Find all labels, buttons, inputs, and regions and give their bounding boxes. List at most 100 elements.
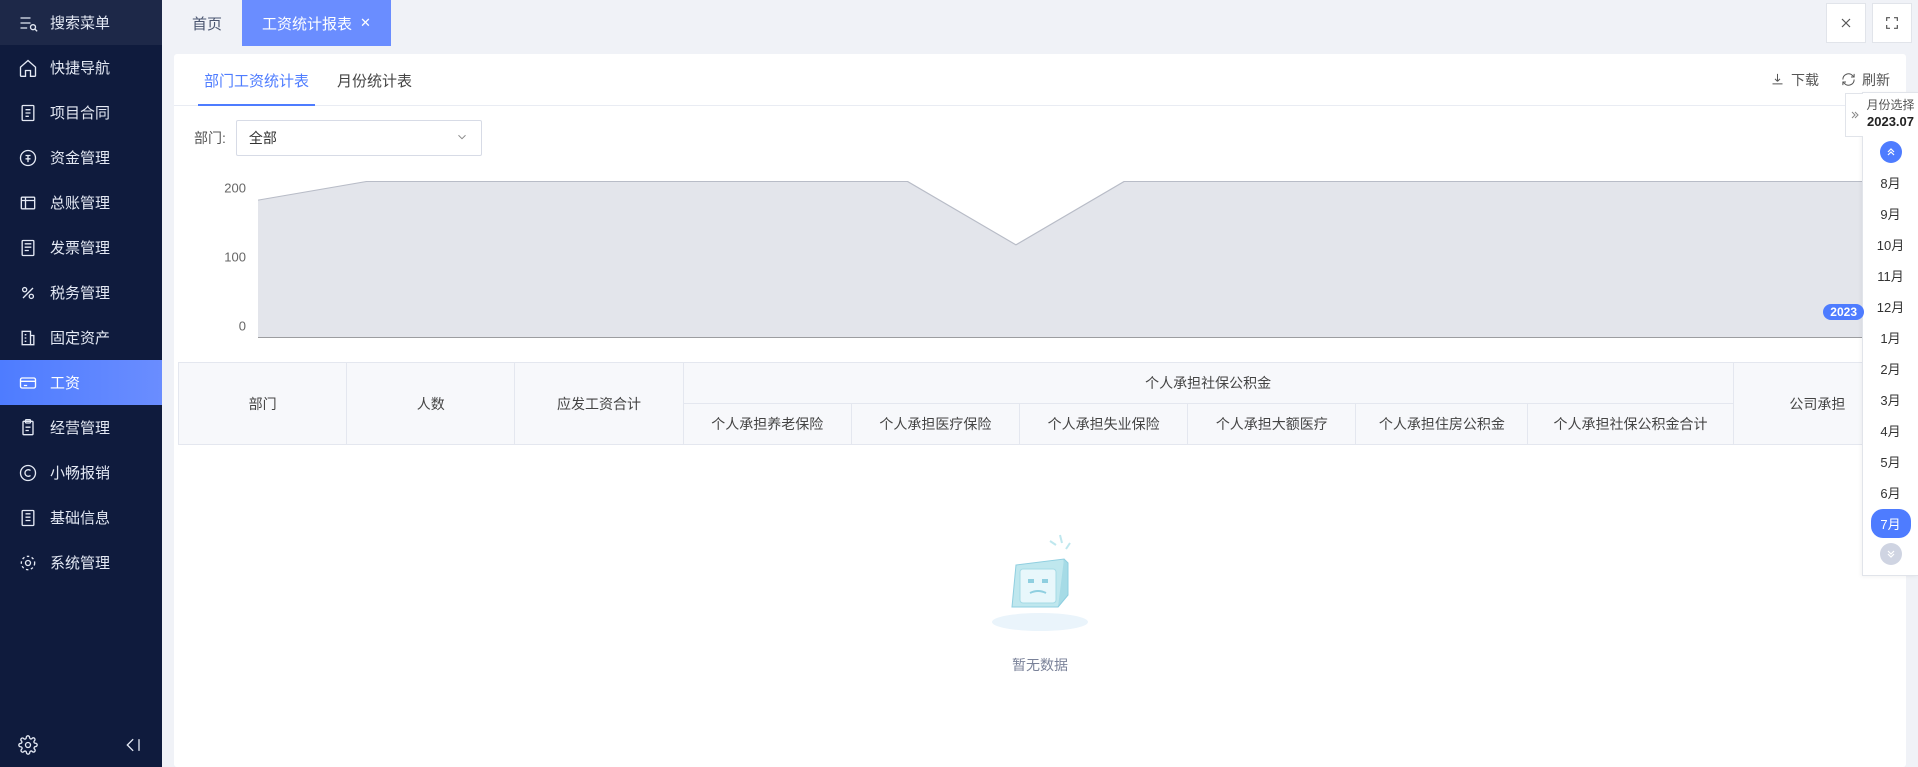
- sidebar-item-label: 基础信息: [50, 507, 110, 528]
- table-header: 应发工资合计: [515, 363, 683, 445]
- month-option-8[interactable]: 4月: [1871, 416, 1911, 445]
- tab-0[interactable]: 首页: [172, 0, 242, 46]
- y-tick: 0: [239, 319, 246, 334]
- tab-label: 首页: [192, 13, 222, 34]
- month-option-7[interactable]: 3月: [1871, 385, 1911, 414]
- refresh-button[interactable]: 刷新: [1841, 70, 1890, 90]
- content-panel: 部门工资统计表月份统计表 下载 刷新 部门: 全部 0 100 200: [174, 54, 1906, 767]
- empty-illustration-icon: [980, 527, 1100, 637]
- fullscreen-button[interactable]: [1872, 3, 1912, 43]
- month-option-2[interactable]: 10月: [1871, 230, 1911, 259]
- sidebar-item-12[interactable]: 系统管理: [0, 540, 162, 585]
- search-menu-icon: [18, 13, 38, 33]
- table-subheader: 个人承担失业保险: [1020, 404, 1188, 445]
- sidebar-item-4[interactable]: 总账管理: [0, 180, 162, 225]
- settings-icon[interactable]: [18, 735, 38, 755]
- sidebar-item-6[interactable]: 税务管理: [0, 270, 162, 315]
- sidebar-item-label: 搜索菜单: [50, 12, 110, 33]
- month-picker-current: 2023.07: [1867, 114, 1914, 137]
- sidebar-item-7[interactable]: 固定资产: [0, 315, 162, 360]
- collapse-sidebar-icon[interactable]: [124, 735, 144, 755]
- y-tick: 200: [224, 180, 246, 195]
- table-subheader: 个人承担养老保险: [683, 404, 851, 445]
- month-option-9[interactable]: 5月: [1871, 447, 1911, 476]
- month-picker-prev-button[interactable]: [1880, 141, 1902, 163]
- month-option-11[interactable]: 7月: [1871, 509, 1911, 538]
- month-option-4[interactable]: 12月: [1871, 292, 1911, 321]
- info-doc-icon: [18, 508, 38, 528]
- sidebar-item-8[interactable]: 工资: [0, 360, 162, 405]
- sidebar-item-1[interactable]: 快捷导航: [0, 45, 162, 90]
- dept-filter-label: 部门:: [194, 128, 226, 148]
- inner-tab-bar: 部门工资统计表月份统计表 下载 刷新: [174, 54, 1906, 106]
- building-icon: [18, 328, 38, 348]
- chevron-down-icon: [455, 130, 469, 147]
- home-icon: [18, 58, 38, 78]
- table-header: 部门: [179, 363, 347, 445]
- month-picker-year-badge: 2023: [1823, 304, 1864, 320]
- sidebar-item-9[interactable]: 经营管理: [0, 405, 162, 450]
- month-option-5[interactable]: 1月: [1871, 323, 1911, 352]
- download-button[interactable]: 下载: [1770, 70, 1819, 90]
- filter-row: 部门: 全部: [174, 106, 1906, 164]
- month-picker: 月份选择 2023.07 8月9月10月11月12月20231月2月3月4月5月…: [1862, 92, 1918, 576]
- tab-label: 工资统计报表: [262, 13, 352, 34]
- sidebar-item-5[interactable]: 发票管理: [0, 225, 162, 270]
- data-table-scroll[interactable]: 部门人数应发工资合计个人承担社保公积金公司承担 个人承担养老保险个人承担医疗保险…: [178, 362, 1902, 445]
- sidebar-item-label: 快捷导航: [50, 57, 110, 78]
- month-option-6[interactable]: 2月: [1871, 354, 1911, 383]
- month-picker-next-button[interactable]: [1880, 543, 1902, 565]
- tab-1[interactable]: 工资统计报表 ✕: [242, 0, 391, 46]
- percent-icon: [18, 283, 38, 303]
- table-header-group: 个人承担社保公积金: [683, 363, 1733, 404]
- tab-bar: 首页 工资统计报表 ✕: [162, 0, 1918, 46]
- sidebar-item-2[interactable]: 项目合同: [0, 90, 162, 135]
- table-subheader: 个人承担住房公积金: [1356, 404, 1528, 445]
- sidebar-item-label: 固定资产: [50, 327, 110, 348]
- table-subheader: 个人承担医疗保险: [851, 404, 1019, 445]
- empty-state: 暂无数据: [174, 445, 1906, 767]
- sidebar-footer: [0, 727, 162, 767]
- sidebar-item-label: 项目合同: [50, 102, 110, 123]
- c-circle-icon: [18, 463, 38, 483]
- data-table: 部门人数应发工资合计个人承担社保公积金公司承担 个人承担养老保险个人承担医疗保险…: [178, 362, 1902, 445]
- close-all-tabs-button[interactable]: [1826, 3, 1866, 43]
- refresh-label: 刷新: [1862, 70, 1890, 90]
- clipboard-icon: [18, 418, 38, 438]
- main: 首页 工资统计报表 ✕ 部门工资统计表月份统计表 下载 刷新 部门:: [162, 0, 1918, 767]
- sidebar-item-label: 资金管理: [50, 147, 110, 168]
- table-header: 人数: [347, 363, 515, 445]
- month-option-1[interactable]: 9月: [1871, 199, 1911, 228]
- card-icon: [18, 373, 38, 393]
- sidebar-item-label: 税务管理: [50, 282, 110, 303]
- sidebar-item-11[interactable]: 基础信息: [0, 495, 162, 540]
- sidebar-item-label: 发票管理: [50, 237, 110, 258]
- sidebar-item-label: 总账管理: [50, 192, 110, 213]
- sidebar-item-0[interactable]: 搜索菜单: [0, 0, 162, 45]
- dept-select[interactable]: 全部: [236, 120, 482, 156]
- sidebar-item-3[interactable]: 资金管理: [0, 135, 162, 180]
- ledger-icon: [18, 193, 38, 213]
- sidebar-item-label: 经营管理: [50, 417, 110, 438]
- tab-close-icon[interactable]: ✕: [360, 15, 371, 31]
- month-option-3[interactable]: 11月: [1871, 261, 1911, 290]
- month-picker-collapse-button[interactable]: [1845, 93, 1863, 137]
- sidebar-item-label: 工资: [50, 372, 80, 393]
- sidebar-item-10[interactable]: 小畅报销: [0, 450, 162, 495]
- doc-icon: [18, 103, 38, 123]
- table-subheader: 个人承担社保公积金合计: [1528, 404, 1733, 445]
- download-label: 下载: [1791, 70, 1819, 90]
- coin-icon: [18, 148, 38, 168]
- inner-tab-0[interactable]: 部门工资统计表: [190, 54, 323, 105]
- gear-ring-icon: [18, 553, 38, 573]
- sidebar-item-label: 小畅报销: [50, 462, 110, 483]
- y-tick: 100: [224, 249, 246, 264]
- empty-text: 暂无数据: [1012, 655, 1068, 675]
- table-subheader: 个人承担大额医疗: [1188, 404, 1356, 445]
- month-option-10[interactable]: 6月: [1871, 478, 1911, 507]
- dept-select-value: 全部: [249, 128, 277, 148]
- month-option-0[interactable]: 8月: [1871, 168, 1911, 197]
- sidebar: 搜索菜单快捷导航项目合同资金管理总账管理发票管理税务管理固定资产工资经营管理小畅…: [0, 0, 162, 767]
- chart: 0 100 200: [174, 164, 1906, 356]
- inner-tab-1[interactable]: 月份统计表: [323, 54, 426, 105]
